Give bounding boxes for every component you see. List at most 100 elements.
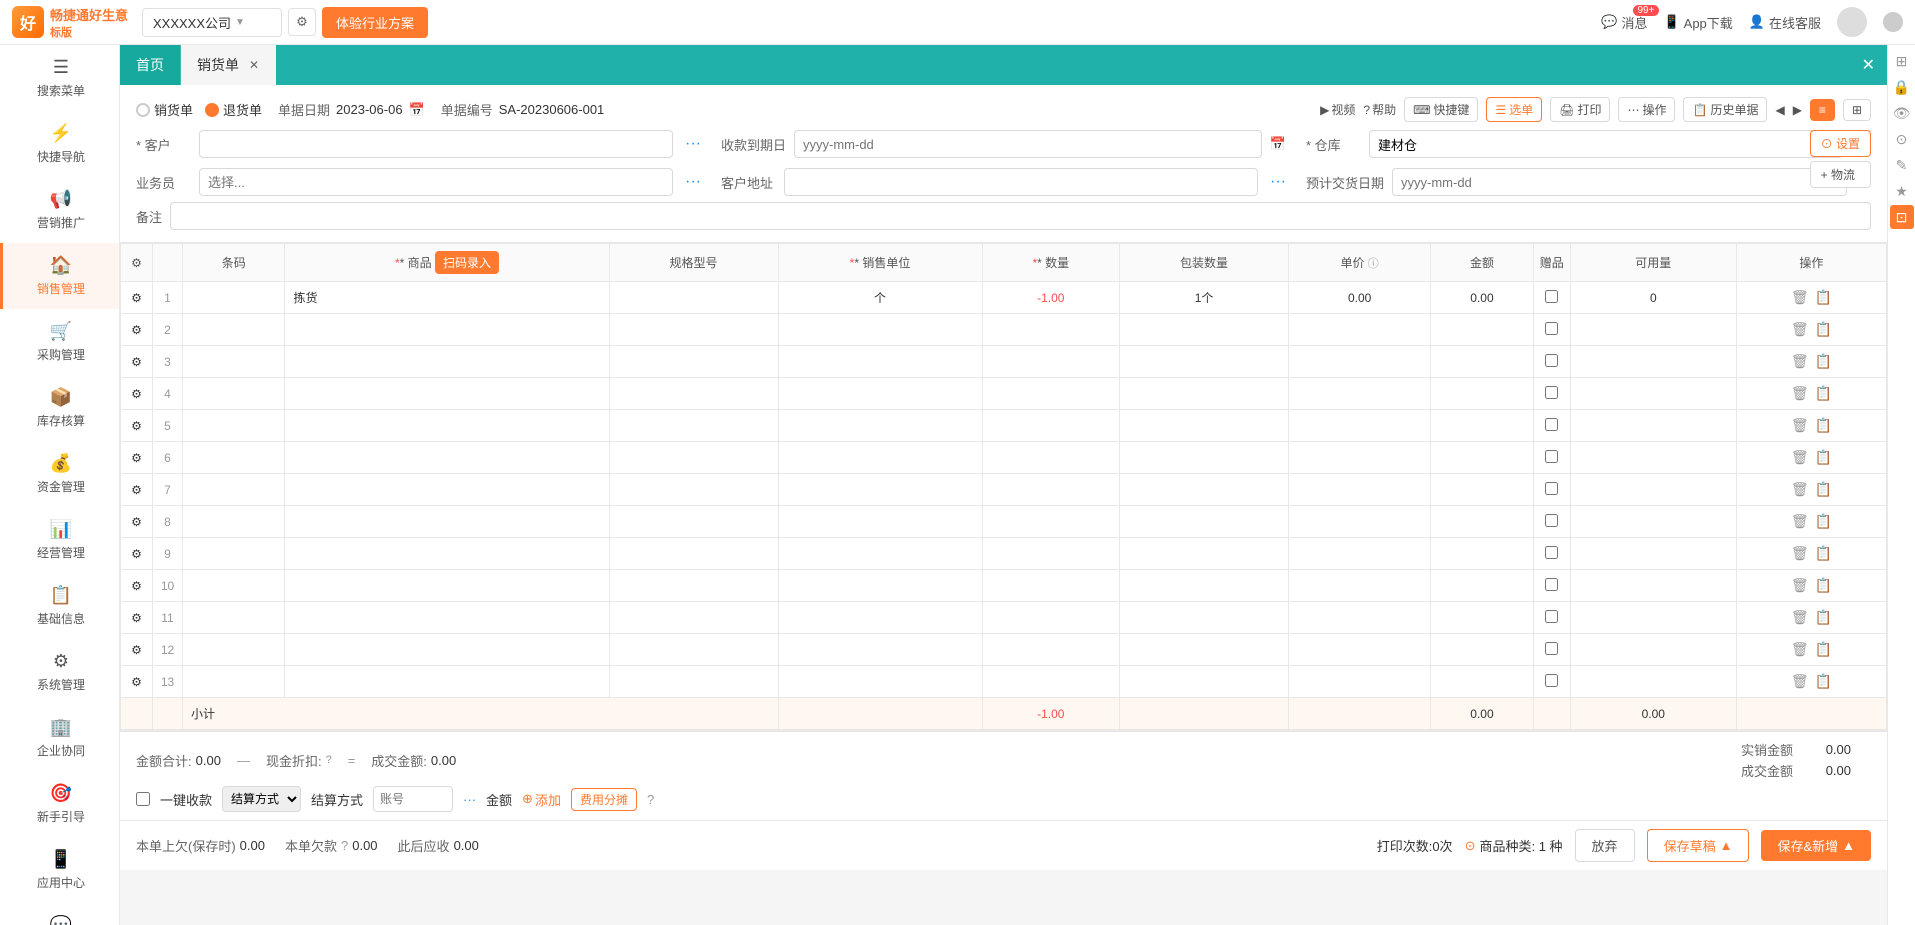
row-unit[interactable] xyxy=(778,666,982,698)
row-amount[interactable] xyxy=(1431,378,1533,410)
account-input[interactable] xyxy=(373,786,453,812)
row-amount[interactable] xyxy=(1431,666,1533,698)
row-gift[interactable] xyxy=(1533,442,1570,474)
row-gift[interactable] xyxy=(1533,506,1570,538)
copy-icon[interactable]: 📋 xyxy=(1815,545,1832,562)
row-pkg-qty[interactable]: 1个 xyxy=(1120,282,1289,314)
row-setting[interactable]: ⚙ xyxy=(121,410,153,442)
rp-orange-icon[interactable]: ⊡ xyxy=(1890,205,1914,229)
logistics-button[interactable]: + 物流 xyxy=(1810,161,1871,188)
row-setting[interactable]: ⚙ xyxy=(121,506,153,538)
row-unit[interactable] xyxy=(778,634,982,666)
row-unit[interactable] xyxy=(778,442,982,474)
row-gift[interactable] xyxy=(1533,314,1570,346)
delete-icon[interactable]: 🗑 xyxy=(1791,289,1809,306)
row-unit[interactable] xyxy=(778,570,982,602)
row-unit[interactable] xyxy=(778,410,982,442)
payment-date-calendar-icon[interactable]: 📅 xyxy=(1270,136,1286,152)
row-price[interactable] xyxy=(1289,442,1431,474)
row-barcode[interactable] xyxy=(183,666,285,698)
row-pkg-qty[interactable] xyxy=(1120,506,1289,538)
account-dots-icon[interactable]: ··· xyxy=(463,792,476,807)
row-barcode[interactable] xyxy=(183,506,285,538)
row-product[interactable] xyxy=(285,410,609,442)
row-price[interactable] xyxy=(1289,634,1431,666)
row-amount[interactable] xyxy=(1431,410,1533,442)
sidebar-item-search[interactable]: ☰ 搜索菜单 xyxy=(0,45,119,111)
print-button[interactable]: 🖨 打印 xyxy=(1550,97,1610,122)
copy-icon[interactable]: 📋 xyxy=(1815,673,1832,690)
row-spec[interactable] xyxy=(609,506,778,538)
row-gift[interactable] xyxy=(1533,346,1570,378)
row-spec[interactable] xyxy=(609,570,778,602)
copy-icon[interactable]: 📋 xyxy=(1815,321,1832,338)
grid-view-button[interactable]: ≡ xyxy=(1810,99,1835,121)
sidebar-item-system[interactable]: ⚙ 系统管理 xyxy=(0,639,119,705)
abandon-button[interactable]: 放弃 xyxy=(1575,829,1635,862)
shortcut-button[interactable]: ⌨ 快捷键 xyxy=(1404,97,1478,122)
row-setting[interactable]: ⚙ xyxy=(121,378,153,410)
sidebar-item-guide[interactable]: 🎯 新手引导 xyxy=(0,771,119,837)
row-product[interactable] xyxy=(285,506,609,538)
row-barcode[interactable] xyxy=(183,378,285,410)
row-setting[interactable]: ⚙ xyxy=(121,474,153,506)
row-spec[interactable] xyxy=(609,346,778,378)
sidebar-item-management[interactable]: 📊 经营管理 xyxy=(0,507,119,573)
row-product[interactable] xyxy=(285,570,609,602)
row-price[interactable] xyxy=(1289,570,1431,602)
row-product[interactable] xyxy=(285,634,609,666)
row-price[interactable] xyxy=(1289,602,1431,634)
row-product[interactable] xyxy=(285,442,609,474)
return-order-radio[interactable]: 退货单 xyxy=(205,100,262,119)
sidebar-item-wechat[interactable]: 💬 企业微信 xyxy=(0,903,119,925)
row-price[interactable] xyxy=(1289,378,1431,410)
row-spec[interactable] xyxy=(609,378,778,410)
row-qty[interactable] xyxy=(982,410,1120,442)
app-download-button[interactable]: 📱 App下载 xyxy=(1663,13,1732,32)
salesperson-dots-icon[interactable]: ··· xyxy=(685,173,701,191)
delete-icon[interactable]: 🗑 xyxy=(1791,321,1809,338)
copy-icon[interactable]: 📋 xyxy=(1815,481,1832,498)
rp-lock-icon[interactable]: 🔒 xyxy=(1890,75,1914,99)
row-qty[interactable] xyxy=(982,314,1120,346)
avatar-extra[interactable] xyxy=(1883,12,1903,32)
row-gift[interactable] xyxy=(1533,634,1570,666)
customer-input[interactable] xyxy=(199,130,673,158)
copy-icon[interactable]: 📋 xyxy=(1815,609,1832,626)
row-unit[interactable] xyxy=(778,346,982,378)
row-spec[interactable] xyxy=(609,474,778,506)
payment-method-select[interactable]: 结算方式 xyxy=(222,786,301,812)
row-setting[interactable]: ⚙ xyxy=(121,570,153,602)
col-setting[interactable]: ⚙ xyxy=(121,244,153,282)
copy-icon[interactable]: 📋 xyxy=(1815,385,1832,402)
row-qty[interactable] xyxy=(982,602,1120,634)
trial-button[interactable]: 体验行业方案 xyxy=(322,7,428,38)
row-spec[interactable] xyxy=(609,634,778,666)
row-price[interactable] xyxy=(1289,666,1431,698)
expected-date-input[interactable] xyxy=(1392,168,1847,196)
row-barcode[interactable] xyxy=(183,314,285,346)
copy-icon[interactable]: 📋 xyxy=(1815,449,1832,466)
row-unit[interactable] xyxy=(778,378,982,410)
help-link[interactable]: ? 帮助 xyxy=(1363,101,1396,118)
draft-button[interactable]: 保存草稿 ▲ xyxy=(1647,829,1750,862)
row-gift[interactable] xyxy=(1533,282,1570,314)
row-product[interactable]: 拣货 xyxy=(285,282,609,314)
copy-icon[interactable]: 📋 xyxy=(1815,417,1832,434)
row-price[interactable] xyxy=(1289,314,1431,346)
rp-eye-icon[interactable]: 👁 xyxy=(1890,101,1914,125)
delete-icon[interactable]: 🗑 xyxy=(1791,481,1809,498)
delete-icon[interactable]: 🗑 xyxy=(1791,385,1809,402)
calendar-icon[interactable]: 📅 xyxy=(409,102,425,118)
row-unit[interactable] xyxy=(778,474,982,506)
copy-icon[interactable]: 📋 xyxy=(1815,353,1832,370)
delete-icon[interactable]: 🗑 xyxy=(1791,609,1809,626)
row-qty[interactable] xyxy=(982,506,1120,538)
row-pkg-qty[interactable] xyxy=(1120,378,1289,410)
row-spec[interactable] xyxy=(609,666,778,698)
row-gift[interactable] xyxy=(1533,602,1570,634)
tab-sales-order[interactable]: 销货单 ✕ xyxy=(181,45,276,85)
sidebar-item-finance[interactable]: 💰 资金管理 xyxy=(0,441,119,507)
note-input[interactable] xyxy=(170,202,1871,230)
online-service-button[interactable]: 👤 在线客服 xyxy=(1749,13,1821,32)
